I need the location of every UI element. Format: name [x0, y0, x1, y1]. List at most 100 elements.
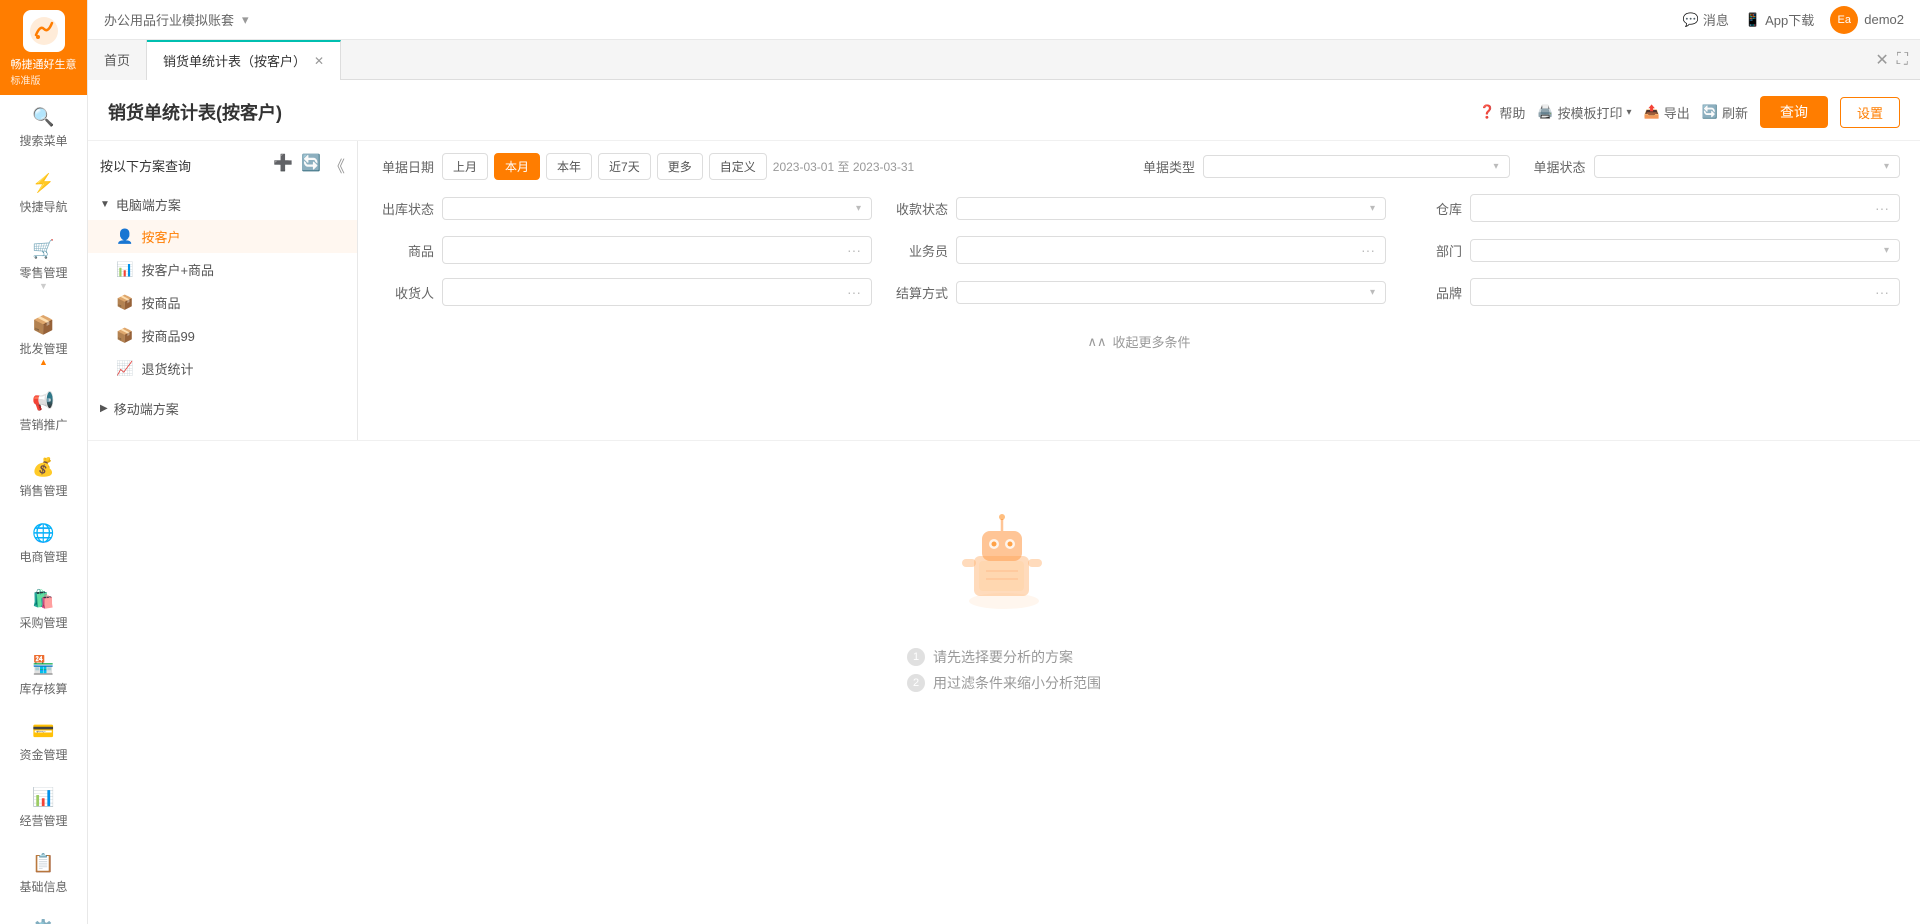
mobile-section-arrow-icon: ▶	[100, 403, 108, 414]
sidebar-item-finance[interactable]: 💳 资金管理	[0, 709, 87, 775]
finance-icon: 💳	[32, 721, 54, 742]
payment-status-select[interactable]: ▾	[956, 197, 1386, 220]
date-btn-last-7[interactable]: 近7天	[598, 153, 651, 180]
tab-close-icon[interactable]: ✕	[314, 54, 324, 68]
scheme-item-return-stat[interactable]: 📈 退货统计	[88, 352, 357, 385]
help-btn[interactable]: ❓ 帮助	[1479, 103, 1525, 122]
payment-method-select[interactable]: ▾	[956, 281, 1386, 304]
empty-state: 1 请先选择要分析的方案 2 用过滤条件来缩小分析范围	[88, 441, 1920, 759]
out-status-label: 出库状态	[378, 199, 434, 218]
filter-brand: 品牌 ···	[1406, 278, 1900, 306]
sidebar-item-retail[interactable]: 🛒 零售管理 ▼	[0, 227, 87, 303]
doc-status-label: 单据状态	[1530, 157, 1586, 176]
breadcrumb-text: 办公用品行业模拟账套	[104, 10, 234, 29]
filter-goods: 商品 ···	[378, 236, 872, 264]
scheme-section-pc-title[interactable]: ▼ 电脑端方案	[88, 189, 357, 220]
template-print-btn[interactable]: 🖨️ 按模板打印 ▾	[1537, 103, 1631, 122]
refresh-btn[interactable]: 🔄 刷新	[1702, 103, 1748, 122]
department-select[interactable]: ▾	[1470, 239, 1900, 262]
brand-dots-icon: ···	[1875, 284, 1889, 300]
sidebar-item-wholesale[interactable]: 📦 批发管理 ▲	[0, 303, 87, 379]
scheme-refresh-icon[interactable]: 🔄	[301, 153, 321, 177]
sidebar-item-marketing[interactable]: 📢 营销推广	[0, 379, 87, 445]
section-arrow-icon: ▼	[100, 199, 110, 210]
salesperson-select[interactable]: ···	[956, 236, 1386, 264]
payment-status-arrow-icon: ▾	[1370, 203, 1375, 214]
export-btn[interactable]: 📤 导出	[1644, 103, 1690, 122]
payment-method-label: 结算方式	[892, 283, 948, 302]
tab-home[interactable]: 首页	[88, 40, 147, 80]
logo-area: 畅捷通好生意 标准版	[0, 0, 87, 95]
message-btn[interactable]: 💬 消息	[1683, 10, 1729, 29]
goods-select[interactable]: ···	[442, 236, 872, 264]
filter-date: 单据日期 上月 本月 本年 近7天 更多 自定义 2023-03-01 至 20…	[378, 153, 1119, 180]
topbar: 办公用品行业模拟账套 ▾ 💬 消息 📱 App下载 Ea demo2	[88, 0, 1920, 40]
breadcrumb-arrow-icon[interactable]: ▾	[242, 12, 249, 28]
retail-icon: 🛒	[32, 239, 54, 260]
sidebar-item-ecommerce-label: 电商管理	[19, 548, 67, 565]
sidebar-item-system[interactable]: ⚙️ 系统管理	[0, 907, 87, 924]
sidebar-item-quicknav[interactable]: ⚡ 快捷导航	[0, 161, 87, 227]
doc-type-select[interactable]: ▾	[1203, 155, 1510, 178]
sidebar-item-search[interactable]: 🔍 搜索菜单	[0, 95, 87, 161]
goods99-scheme-icon: 📦	[116, 327, 133, 344]
date-btn-more[interactable]: 更多	[657, 153, 703, 180]
collapse-label: 收起更多条件	[1113, 332, 1191, 351]
setting-button[interactable]: 设置	[1840, 97, 1900, 128]
date-btn-this-month[interactable]: 本月	[494, 153, 540, 180]
tab-sales-stat-label: 销货单统计表（按客户）	[163, 51, 306, 70]
date-btn-custom[interactable]: 自定义	[709, 153, 767, 180]
maximize-window-icon[interactable]: ⛶	[1897, 51, 1908, 69]
scheme-item-by-goods[interactable]: 📦 按商品	[88, 286, 357, 319]
sidebar-item-basic[interactable]: 📋 基础信息	[0, 841, 87, 907]
date-btn-last-month[interactable]: 上月	[442, 153, 488, 180]
goods-dots-icon: ···	[847, 242, 861, 258]
sidebar-item-search-label: 搜索菜单	[19, 132, 67, 149]
goods-label: 商品	[378, 241, 434, 260]
scheme-item-return-stat-label: 退货统计	[141, 359, 193, 378]
sales-icon: 💰	[32, 457, 54, 478]
scheme-item-by-customer[interactable]: 👤 按客户	[88, 220, 357, 253]
doc-status-select[interactable]: ▾	[1594, 155, 1901, 178]
filter-row-4: 收货人 ··· 结算方式 ▾ 品牌	[378, 278, 1900, 306]
collapse-up-icon: ∧∧	[1087, 334, 1106, 350]
user-profile[interactable]: Ea demo2	[1830, 6, 1904, 34]
sidebar-item-sales[interactable]: 💰 销售管理	[0, 445, 87, 511]
main-filter: 单据日期 上月 本月 本年 近7天 更多 自定义 2023-03-01 至 20…	[358, 141, 1920, 440]
page-title: 销货单统计表(按客户)	[108, 99, 282, 125]
sidebar-item-purchase[interactable]: 🛍️ 采购管理	[0, 577, 87, 643]
message-icon: 💬	[1683, 12, 1699, 28]
doc-type-arrow-icon: ▾	[1493, 161, 1498, 172]
tab-sales-stat[interactable]: 销货单统计表（按客户） ✕	[147, 40, 341, 80]
scheme-item-by-goods99[interactable]: 📦 按商品99	[88, 319, 357, 352]
scheme-section-mobile-title[interactable]: ▶ 移动端方案	[88, 393, 357, 424]
consignee-dots-icon: ···	[847, 284, 861, 300]
payment-status-label: 收款状态	[892, 199, 948, 218]
goods-scheme-icon: 📦	[116, 294, 133, 311]
collapse-button[interactable]: ∧∧ 收起更多条件	[1075, 328, 1202, 355]
date-btn-this-year[interactable]: 本年	[546, 153, 592, 180]
scheme-item-by-customer-goods[interactable]: 📊 按客户+商品	[88, 253, 357, 286]
query-button[interactable]: 查询	[1760, 96, 1828, 128]
warehouse-select[interactable]: ···	[1470, 194, 1900, 222]
download-icon: 📱	[1745, 12, 1761, 28]
empty-tips: 1 请先选择要分析的方案 2 用过滤条件来缩小分析范围	[907, 641, 1101, 699]
sidebar-item-operations[interactable]: 📊 经营管理	[0, 775, 87, 841]
scheme-item-by-goods99-label: 按商品99	[141, 326, 194, 345]
sidebar-item-inventory[interactable]: 🏪 库存核算	[0, 643, 87, 709]
brand-select[interactable]: ···	[1470, 278, 1900, 306]
sidebar-item-ecommerce[interactable]: 🌐 电商管理	[0, 511, 87, 577]
consignee-select[interactable]: ···	[442, 278, 872, 306]
scheme-collapse-icon[interactable]: 《	[329, 153, 345, 177]
date-filter-control: 上月 本月 本年 近7天 更多 自定义 2023-03-01 至 2023-03…	[442, 153, 914, 180]
date-range-display: 2023-03-01 至 2023-03-31	[773, 158, 914, 175]
scheme-item-by-goods-label: 按商品	[141, 293, 180, 312]
sidebar-item-operations-label: 经营管理	[19, 812, 67, 829]
print-dropdown-icon[interactable]: ▾	[1627, 107, 1632, 118]
out-status-select[interactable]: ▾	[442, 197, 872, 220]
scheme-add-icon[interactable]: ➕	[273, 153, 293, 177]
tip-num-1: 1	[907, 648, 925, 666]
close-window-icon[interactable]: ✕	[1875, 50, 1888, 70]
app-download-btn[interactable]: 📱 App下载	[1745, 10, 1814, 29]
search-icon: 🔍	[32, 107, 54, 128]
